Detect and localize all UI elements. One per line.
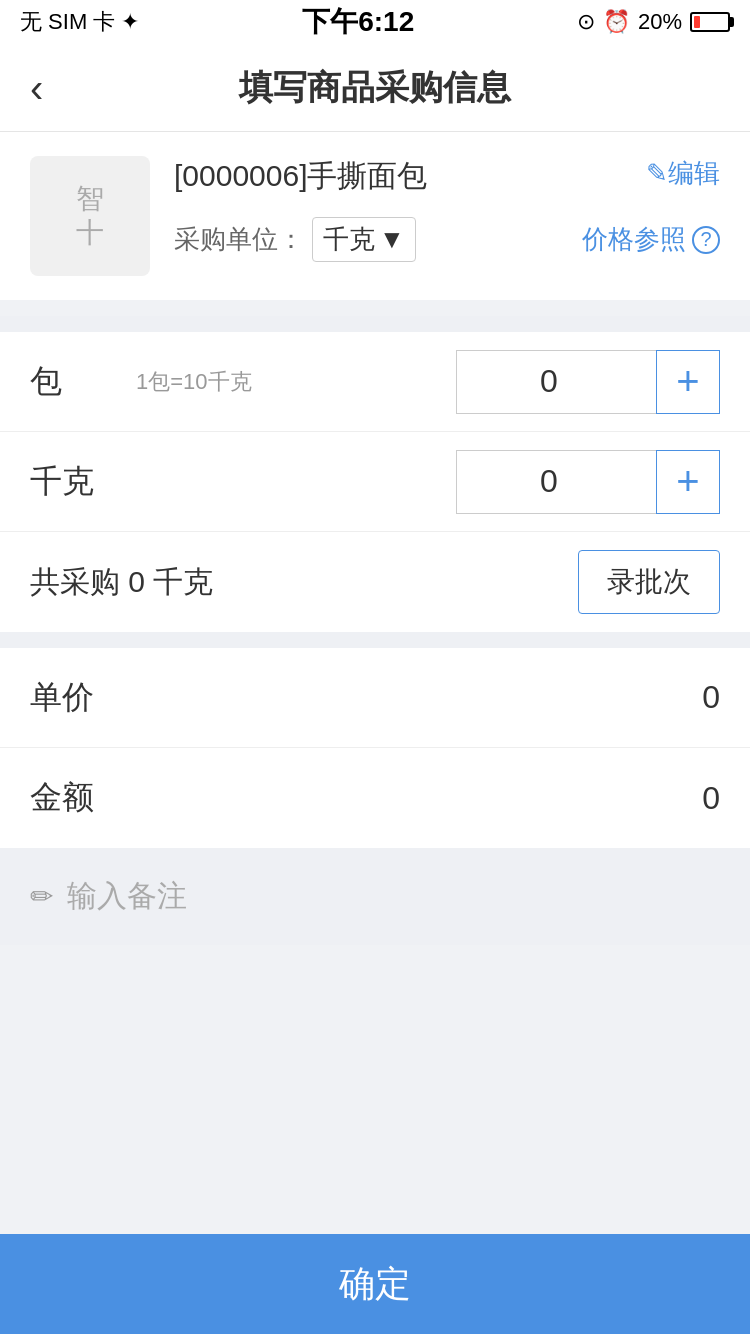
confirm-button[interactable]: 确定 — [0, 1234, 750, 1334]
summary-text: 共采购 0 千克 — [30, 562, 213, 603]
back-button[interactable]: ‹ — [30, 68, 43, 108]
product-logo: 智 十 — [76, 182, 104, 249]
product-image: 智 十 — [30, 156, 150, 276]
product-name: [0000006]手撕面包 — [174, 156, 427, 197]
section-divider-1 — [0, 316, 750, 332]
kg-quantity-row: 千克 + — [0, 432, 750, 532]
kg-label: 千克 — [30, 460, 130, 504]
bag-input[interactable] — [456, 350, 656, 414]
price-ref-button[interactable]: 价格参照 ? — [582, 222, 720, 257]
unit-price-value: 0 — [702, 679, 720, 716]
status-right: ⊙ ⏰ 20% — [577, 9, 730, 35]
quantity-section: 包 1包=10千克 + 千克 + 共采购 0 千克 录批次 — [0, 332, 750, 632]
bag-quantity-row: 包 1包=10千克 + — [0, 332, 750, 432]
location-icon: ⊙ — [577, 9, 595, 35]
section-divider-2 — [0, 632, 750, 648]
status-time: 下午6:12 — [302, 3, 414, 41]
amount-value: 0 — [702, 780, 720, 817]
battery-percentage: 20% — [638, 9, 682, 35]
kg-plus-button[interactable]: + — [656, 450, 720, 514]
unit-label: 采购单位： — [174, 222, 304, 257]
bag-label: 包 — [30, 360, 130, 404]
main-content: 智 十 [0000006]手撕面包 ✎编辑 采购单位： 千克 ▼ 价格参照 — [0, 132, 750, 1234]
bag-sublabel: 1包=10千克 — [136, 367, 456, 397]
product-unit-row: 采购单位： 千克 ▼ 价格参照 ? — [174, 217, 720, 262]
alarm-icon: ⏰ — [603, 9, 630, 35]
batch-button[interactable]: 录批次 — [578, 550, 720, 614]
amount-label: 金额 — [30, 776, 94, 820]
bag-plus-button[interactable]: + — [656, 350, 720, 414]
product-section: 智 十 [0000006]手撕面包 ✎编辑 采购单位： 千克 ▼ 价格参照 — [0, 132, 750, 300]
dropdown-icon: ▼ — [379, 224, 405, 255]
edit-button[interactable]: ✎编辑 — [646, 156, 720, 191]
status-bar: 无 SIM 卡 ✦ 下午6:12 ⊙ ⏰ 20% — [0, 0, 750, 44]
notes-section[interactable]: ✏ 输入备注 — [0, 848, 750, 945]
unit-price-row: 单价 0 — [0, 648, 750, 748]
kg-input-wrap: + — [456, 450, 720, 514]
page-title: 填写商品采购信息 — [239, 65, 511, 111]
product-info: [0000006]手撕面包 ✎编辑 采购单位： 千克 ▼ 价格参照 ? — [174, 156, 720, 262]
info-icon: ? — [692, 226, 720, 254]
kg-input[interactable] — [456, 450, 656, 514]
status-carrier: 无 SIM 卡 ✦ — [20, 7, 139, 37]
confirm-label: 确定 — [339, 1260, 411, 1309]
notes-placeholder: 输入备注 — [67, 876, 187, 917]
unit-select[interactable]: 千克 ▼ — [312, 217, 416, 262]
nav-bar: ‹ 填写商品采购信息 — [0, 44, 750, 132]
summary-row: 共采购 0 千克 录批次 — [0, 532, 750, 632]
battery-indicator — [690, 12, 730, 32]
price-section: 单价 0 金额 0 — [0, 648, 750, 848]
product-header: [0000006]手撕面包 ✎编辑 — [174, 156, 720, 197]
bag-input-wrap: + — [456, 350, 720, 414]
unit-price-label: 单价 — [30, 676, 94, 720]
amount-row: 金额 0 — [0, 748, 750, 848]
pencil-icon: ✏ — [30, 880, 53, 913]
